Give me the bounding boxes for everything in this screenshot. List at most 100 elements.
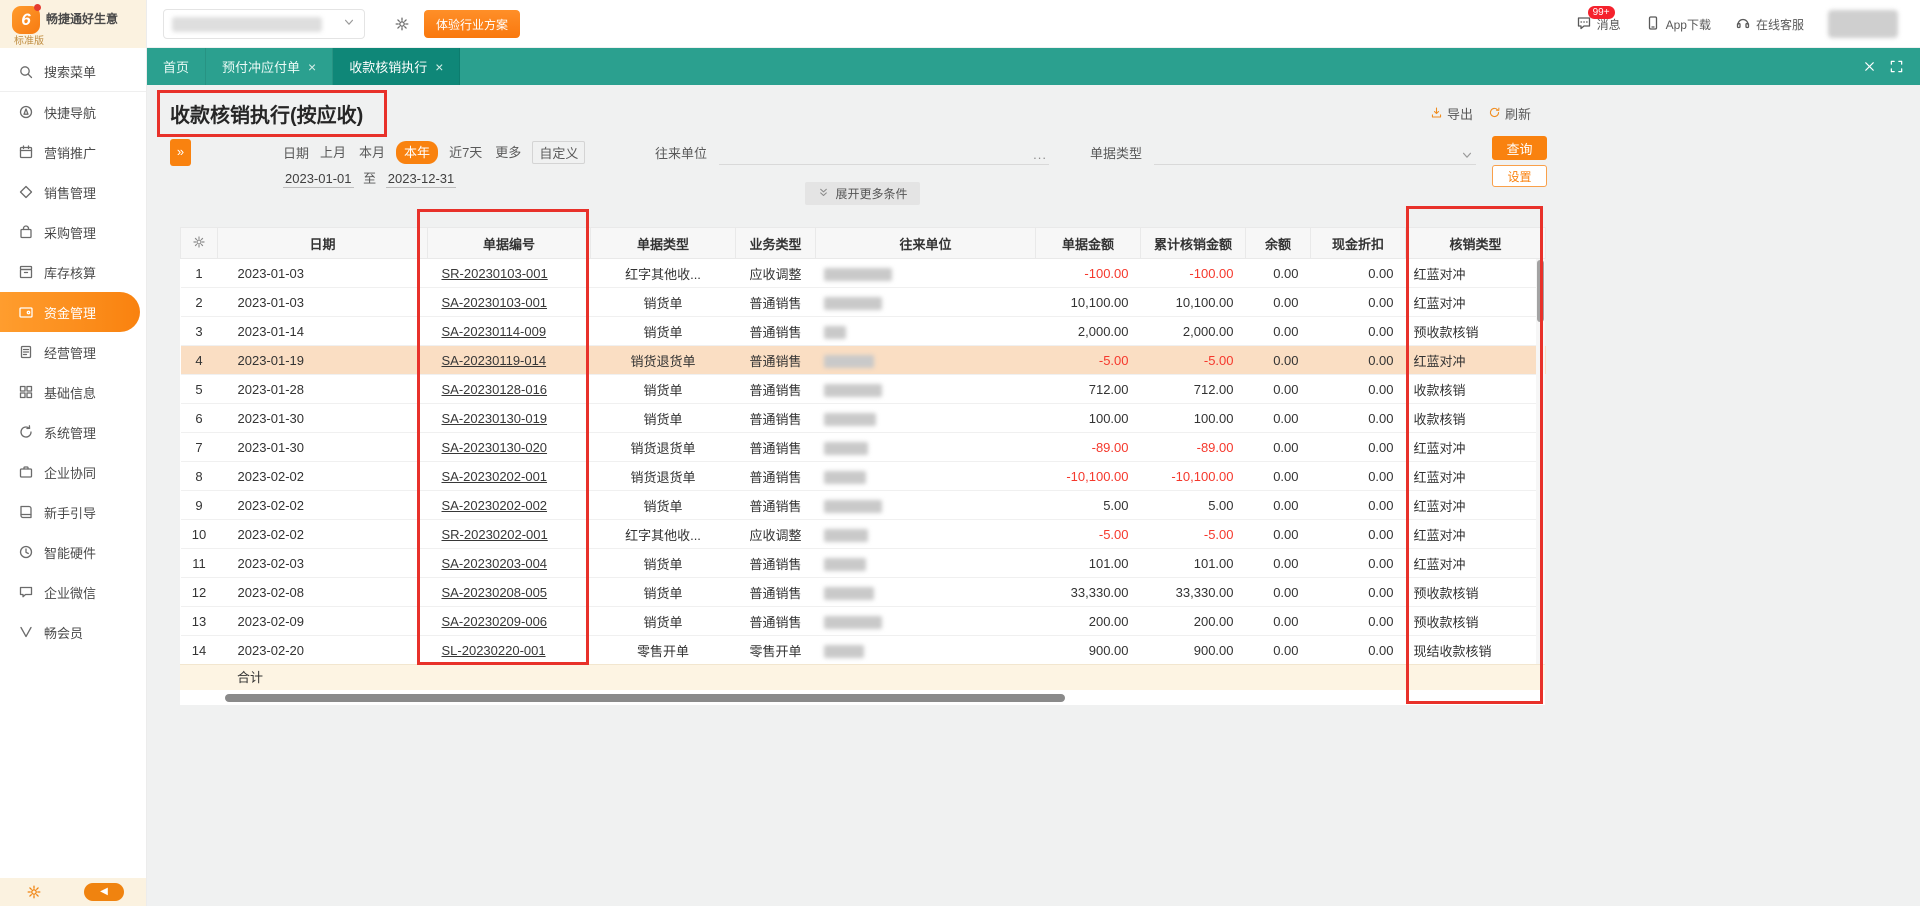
tab[interactable]: 预付冲应付单 ×: [206, 48, 334, 85]
table-row[interactable]: 1 2023-01-03 SR-20230103-001 红字其他收... 应收调整 -1…: [180, 258, 1546, 288]
partner-input[interactable]: ...: [719, 143, 1050, 165]
brand-name: 畅捷通好生意: [46, 12, 119, 26]
cell-balance: 0.00: [1245, 490, 1311, 520]
doc-no-link[interactable]: SA-20230202-001: [442, 469, 548, 484]
sidebar-item[interactable]: 销售管理: [0, 172, 146, 212]
sidebar-item[interactable]: 企业协同: [0, 452, 146, 492]
horizontal-scrollbar-track[interactable]: [180, 690, 1545, 705]
partner-redacted: [823, 586, 874, 600]
sidebar-item[interactable]: 库存核算: [0, 252, 146, 292]
table-row[interactable]: 3 2023-01-14 SA-20230114-009 销货单 普通销售 2,000.0…: [180, 316, 1546, 346]
fullscreen-icon[interactable]: [1889, 59, 1904, 74]
doc-no-link[interactable]: SA-20230114-009: [442, 324, 547, 339]
sidebar-item[interactable]: 畅会员: [0, 612, 146, 652]
cell-cash-discount: 0.00: [1310, 345, 1406, 375]
date-option[interactable]: 上月: [318, 141, 348, 164]
table-row[interactable]: 10 2023-02-02 SR-20230202-001 红字其他收... 应收调整 -…: [180, 519, 1546, 549]
column-header[interactable]: 单据编号: [427, 227, 591, 259]
sidebar-item[interactable]: 采购管理: [0, 212, 146, 252]
sidebar-item[interactable]: 智能硬件: [0, 532, 146, 572]
collapse-sidebar-button[interactable]: ◀: [84, 883, 124, 901]
sidebar-settings-gear-icon[interactable]: [26, 884, 42, 900]
messages-menu[interactable]: 消息 99+: [1576, 5, 1621, 34]
column-header[interactable]: 往来单位: [815, 227, 1036, 259]
sidebar-item[interactable]: 基础信息: [0, 372, 146, 412]
doc-no-link[interactable]: SR-20230202-001: [442, 527, 548, 542]
date-option[interactable]: 自定义: [532, 141, 586, 164]
sidebar-item[interactable]: 企业微信: [0, 572, 146, 612]
table-row[interactable]: 2 2023-01-03 SA-20230103-001 销货单 普通销售 10,100.…: [180, 287, 1546, 317]
table-row[interactable]: 11 2023-02-03 SA-20230203-004 销货单 普通销售 101.00…: [180, 548, 1546, 578]
sidebar-item[interactable]: 资金管理: [0, 292, 140, 332]
vertical-scrollbar-thumb[interactable]: [1537, 260, 1544, 322]
user-avatar[interactable]: [1828, 10, 1898, 38]
tab-bar: 首页 预付冲应付单 × 收款核销执行 ×: [147, 48, 1920, 85]
date-option[interactable]: 更多: [493, 141, 523, 164]
close-all-tabs-icon[interactable]: [1862, 59, 1877, 74]
doc-no-link[interactable]: SL-20230220-001: [442, 643, 546, 658]
column-settings-gear-icon[interactable]: [192, 235, 206, 252]
doc-no-link[interactable]: SA-20230130-020: [442, 440, 548, 455]
doc-no-link[interactable]: SA-20230203-004: [442, 556, 548, 571]
partner-picker-ellipsis[interactable]: ...: [1033, 147, 1047, 162]
cell-settled-amount: -5.00: [1140, 519, 1246, 549]
column-header[interactable]: 单据金额: [1035, 227, 1141, 259]
doctype-select[interactable]: [1154, 143, 1477, 165]
sidebar-item[interactable]: 系统管理: [0, 412, 146, 452]
doc-no-link[interactable]: SA-20230130-019: [442, 411, 548, 426]
refresh-button[interactable]: 刷新: [1488, 104, 1531, 123]
table-row[interactable]: 9 2023-02-02 SA-20230202-002 销货单 普通销售 5.00 5.0…: [180, 490, 1546, 520]
partner-redacted: [823, 615, 882, 629]
doc-no-link[interactable]: SA-20230208-005: [442, 585, 548, 600]
doc-no-link[interactable]: SA-20230209-006: [442, 614, 548, 629]
column-header[interactable]: 累计核销金额: [1140, 227, 1246, 259]
sidebar-item[interactable]: 经营管理: [0, 332, 146, 372]
app-download-menu[interactable]: App下载: [1645, 15, 1711, 34]
date-option[interactable]: 近7天: [447, 141, 484, 164]
cell-date: 2023-02-20: [217, 635, 428, 665]
cell-settle-type: 红蓝对冲: [1405, 519, 1546, 549]
sidebar-item[interactable]: 快捷导航: [0, 92, 146, 132]
cell-cash-discount: 0.00: [1310, 258, 1406, 288]
cell-amount: 712.00: [1035, 374, 1141, 404]
column-header[interactable]: 现金折扣: [1310, 227, 1406, 259]
table-row[interactable]: 13 2023-02-09 SA-20230209-006 销货单 普通销售 200.00…: [180, 606, 1546, 636]
table-row[interactable]: 14 2023-02-20 SL-20230220-001 零售开单 零售开单 900.0…: [180, 635, 1546, 665]
trial-plan-button[interactable]: 体验行业方案: [424, 10, 521, 38]
table-row[interactable]: 8 2023-02-02 SA-20230202-001 销货退货单 普通销售 -10,1…: [180, 461, 1546, 491]
query-button[interactable]: 查询: [1492, 136, 1547, 160]
doc-no-link[interactable]: SA-20230119-014: [442, 353, 547, 368]
column-header[interactable]: 业务类型: [735, 227, 816, 259]
table-header-row: 日期 单据编号 单据类型 业务类型 往来单位 单据金额 累计核销金额 余额 现金折扣 核销类型: [180, 227, 1546, 259]
org-select[interactable]: [163, 9, 365, 39]
close-tab-icon[interactable]: ×: [308, 59, 316, 75]
doc-no-link[interactable]: SR-20230103-001: [442, 266, 548, 281]
topbar-gear-icon[interactable]: [394, 16, 410, 37]
tab[interactable]: 首页: [147, 48, 207, 85]
table-row[interactable]: 7 2023-01-30 SA-20230130-020 销货退货单 普通销售 -89.0…: [180, 432, 1546, 462]
table-row[interactable]: 12 2023-02-08 SA-20230208-005 销货单 普通销售 33,330…: [180, 577, 1546, 607]
date-option[interactable]: 本年: [396, 141, 439, 164]
doc-no-link[interactable]: SA-20230128-016: [442, 382, 548, 397]
export-button[interactable]: 导出: [1430, 104, 1473, 123]
sidebar-item[interactable]: 搜索菜单: [0, 52, 146, 92]
date-option[interactable]: 本月: [357, 141, 387, 164]
table-row[interactable]: 5 2023-01-28 SA-20230128-016 销货单 普通销售 712.00 7…: [180, 374, 1546, 404]
cell-doc-type: 销货单: [590, 403, 736, 433]
column-header[interactable]: 余额: [1245, 227, 1311, 259]
sidebar-item[interactable]: 新手引导: [0, 492, 146, 532]
tab[interactable]: 收款核销执行 ×: [333, 48, 461, 85]
horizontal-scrollbar-thumb[interactable]: [225, 694, 1065, 702]
doc-no-link[interactable]: SA-20230103-001: [442, 295, 548, 310]
online-support-menu[interactable]: 在线客服: [1735, 15, 1804, 34]
collapse-filter-panel-button[interactable]: »: [170, 139, 191, 166]
close-tab-icon[interactable]: ×: [435, 59, 443, 75]
column-header[interactable]: 核销类型: [1405, 227, 1546, 259]
column-header[interactable]: 单据类型: [590, 227, 736, 259]
table-row[interactable]: 4 2023-01-19 SA-20230119-014 销货退货单 普通销售 -5.00…: [180, 345, 1546, 375]
column-header[interactable]: 日期: [217, 227, 428, 259]
table-row[interactable]: 6 2023-01-30 SA-20230130-019 销货单 普通销售 100.00 1…: [180, 403, 1546, 433]
doc-no-link[interactable]: SA-20230202-002: [442, 498, 548, 513]
expand-more-conditions-button[interactable]: 展开更多条件: [805, 182, 920, 205]
sidebar-item[interactable]: 营销推广: [0, 132, 146, 172]
